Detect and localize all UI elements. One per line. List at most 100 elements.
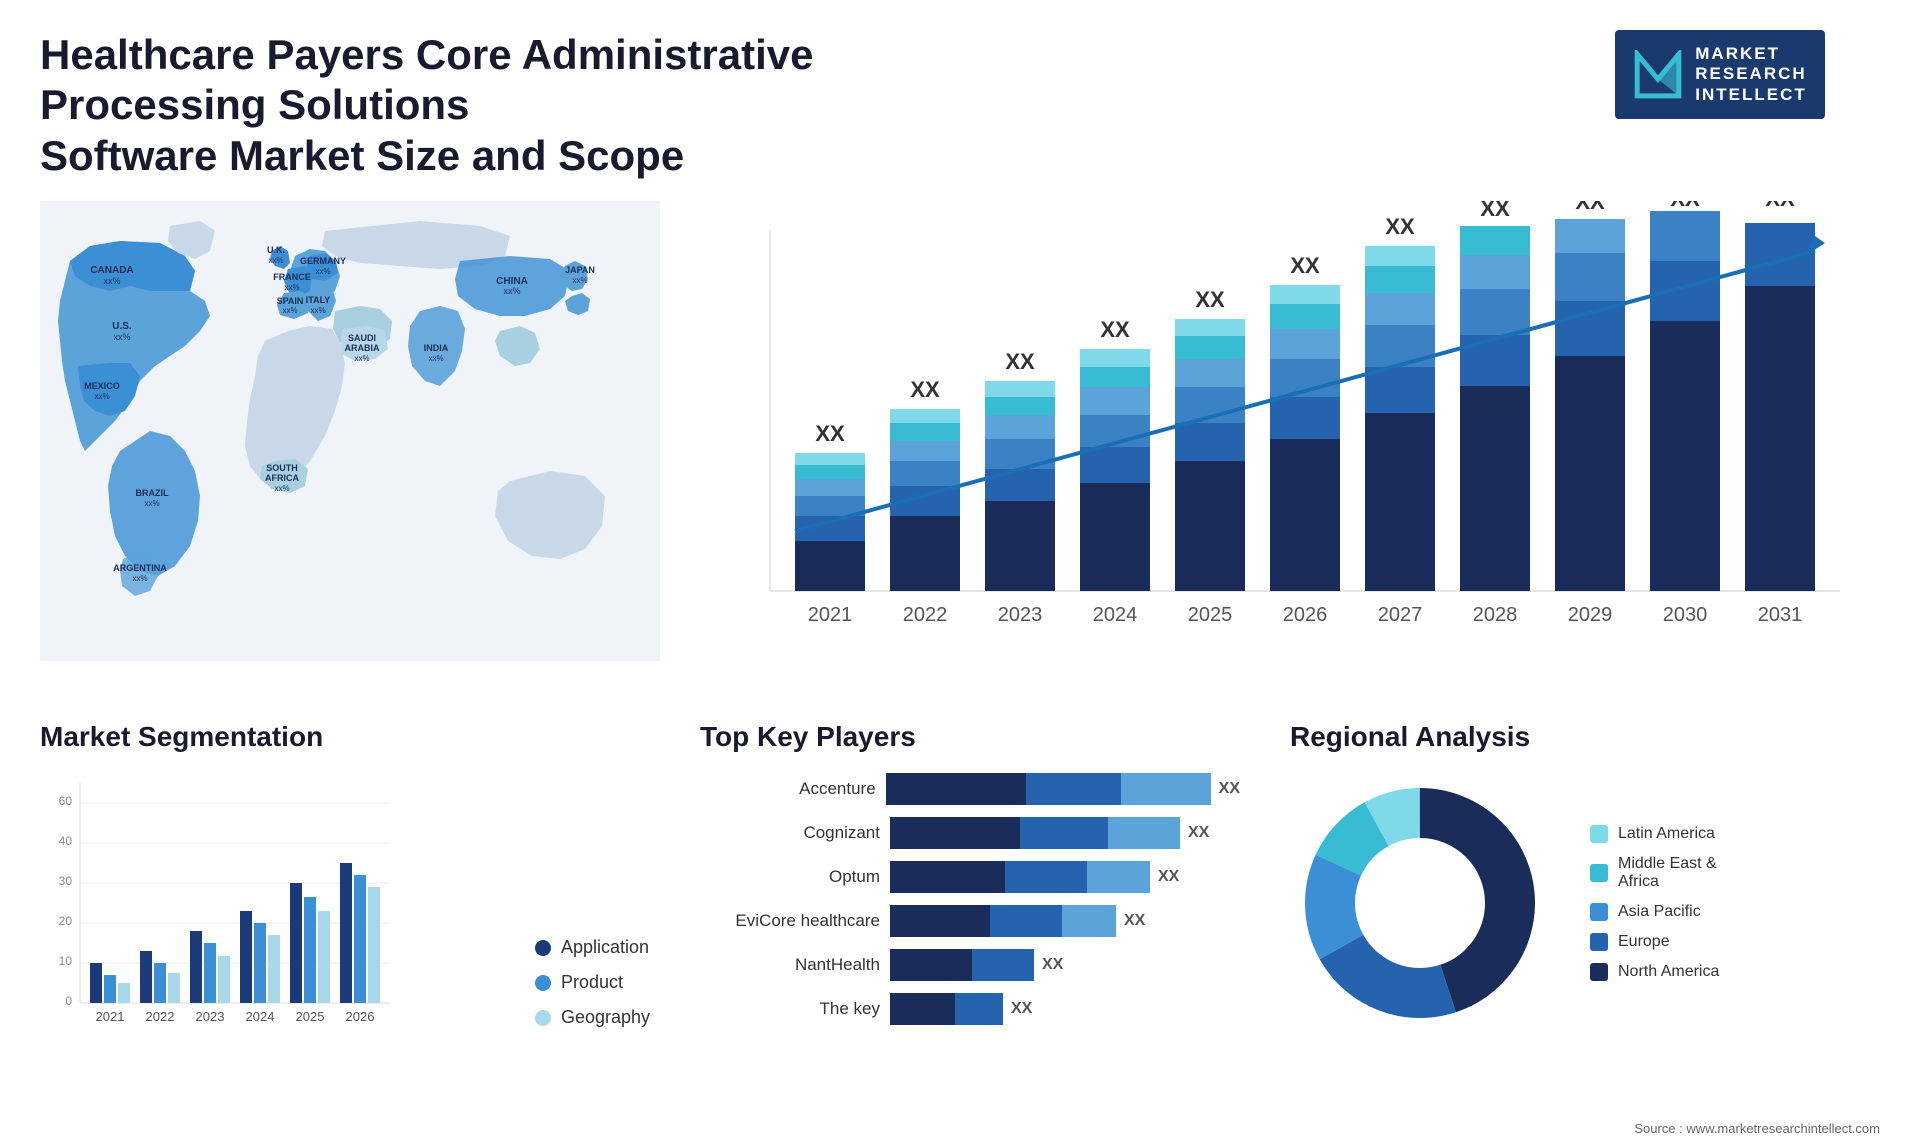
donut-legend: Latin America Middle East &Africa Asia P… — [1590, 825, 1719, 981]
svg-text:JAPAN: JAPAN — [565, 265, 595, 275]
svg-text:ITALY: ITALY — [306, 295, 331, 305]
svg-text:U.K.: U.K. — [267, 245, 285, 255]
svg-text:XX: XX — [1100, 317, 1130, 342]
player-xx-evicore: XX — [1124, 912, 1145, 930]
svg-text:XX: XX — [1005, 349, 1035, 374]
player-bar-evicore: XX — [890, 905, 1240, 937]
legend-item-application: Application — [535, 937, 650, 958]
svg-text:SPAIN: SPAIN — [277, 296, 304, 306]
svg-text:2022: 2022 — [146, 1009, 175, 1024]
svg-text:SOUTH: SOUTH — [266, 463, 298, 473]
svg-text:xx%: xx% — [310, 306, 325, 315]
bar-seg-2 — [1026, 773, 1121, 805]
bar-chart-section: XX XX XX XX — [670, 191, 1910, 706]
svg-text:INDIA: INDIA — [424, 343, 449, 353]
header: Healthcare Payers Core Administrative Pr… — [0, 0, 1920, 191]
segmentation-title: Market Segmentation — [40, 721, 650, 753]
regional-section: Regional Analysis Latin America — [1270, 711, 1900, 1068]
regional-title: Regional Analysis — [1290, 721, 1880, 753]
svg-text:xx%: xx% — [274, 484, 289, 493]
svg-text:60: 60 — [59, 794, 73, 808]
svg-text:XX: XX — [815, 421, 845, 446]
legend-color-apac — [1590, 903, 1608, 921]
player-xx-thekey: XX — [1011, 1000, 1032, 1018]
svg-text:xx%: xx% — [503, 286, 520, 296]
svg-text:20: 20 — [59, 914, 73, 928]
svg-text:xx%: xx% — [284, 283, 299, 292]
player-xx-nanthealth: XX — [1042, 956, 1063, 974]
svg-text:2023: 2023 — [196, 1009, 225, 1024]
svg-text:xx%: xx% — [113, 332, 130, 342]
segmentation-section: Market Segmentation 0 10 20 3 — [20, 711, 670, 1068]
legend-color-europe — [1590, 933, 1608, 951]
player-bar-cognizant: XX — [890, 817, 1240, 849]
legend-dot-geography — [535, 1010, 551, 1026]
svg-text:2026: 2026 — [1283, 604, 1328, 626]
player-name-optum: Optum — [700, 867, 880, 887]
donut-area: Latin America Middle East &Africa Asia P… — [1290, 773, 1880, 1033]
svg-text:2027: 2027 — [1378, 604, 1423, 626]
bar-seg-1 — [886, 773, 1026, 805]
legend-apac: Asia Pacific — [1590, 903, 1719, 921]
svg-text:XX: XX — [1480, 201, 1510, 221]
svg-text:30: 30 — [59, 874, 73, 888]
logo-area: MARKET RESEARCH INTELLECT — [1560, 30, 1880, 119]
svg-text:2021: 2021 — [96, 1009, 125, 1024]
legend-label-apac: Asia Pacific — [1618, 903, 1701, 921]
seg-legend: Application Product Geography — [535, 937, 650, 1058]
legend-item-product: Product — [535, 972, 650, 993]
legend-color-na — [1590, 963, 1608, 981]
svg-text:2025: 2025 — [296, 1009, 325, 1024]
svg-text:xx%: xx% — [144, 499, 159, 508]
svg-text:xx%: xx% — [132, 574, 147, 583]
svg-text:0: 0 — [65, 994, 72, 1008]
svg-text:xx%: xx% — [428, 354, 443, 363]
legend-europe: Europe — [1590, 933, 1719, 951]
legend-north-america: North America — [1590, 963, 1719, 981]
svg-text:XX: XX — [1575, 201, 1605, 214]
svg-text:AFRICA: AFRICA — [265, 473, 299, 483]
svg-text:2030: 2030 — [1663, 604, 1708, 626]
player-name-accenture: Accenture — [700, 779, 876, 799]
svg-text:BRAZIL: BRAZIL — [136, 488, 169, 498]
source-text: Source : www.marketresearchintellect.com — [1634, 1121, 1880, 1136]
player-bar-nanthealth: XX — [890, 949, 1240, 981]
legend-label-europe: Europe — [1618, 933, 1670, 951]
svg-text:2021: 2021 — [808, 604, 853, 626]
svg-text:2023: 2023 — [998, 604, 1043, 626]
svg-text:xx%: xx% — [103, 276, 120, 286]
player-xx-optum: XX — [1158, 868, 1179, 886]
player-bar-thekey: XX — [890, 993, 1240, 1025]
svg-text:FRANCE: FRANCE — [273, 272, 311, 282]
svg-text:xx%: xx% — [94, 392, 109, 401]
player-bar-optum: XX — [890, 861, 1240, 893]
svg-text:xx%: xx% — [572, 276, 587, 285]
svg-text:2024: 2024 — [1093, 604, 1138, 626]
svg-text:2024: 2024 — [246, 1009, 275, 1024]
svg-text:xx%: xx% — [354, 354, 369, 363]
legend-label-application: Application — [561, 937, 649, 958]
svg-text:2028: 2028 — [1473, 604, 1518, 626]
svg-text:XX: XX — [910, 377, 940, 402]
logo-text: MARKET RESEARCH INTELLECT — [1695, 44, 1807, 105]
svg-text:2029: 2029 — [1568, 604, 1613, 626]
segmentation-chart-area: 0 10 20 30 40 60 — [40, 773, 650, 1058]
svg-text:2025: 2025 — [1188, 604, 1233, 626]
player-bar-accenture: XX — [886, 773, 1240, 805]
player-name-thekey: The key — [700, 999, 880, 1019]
player-row-optum: Optum XX — [700, 861, 1240, 893]
player-row-thekey: The key XX — [700, 993, 1240, 1025]
svg-text:XX: XX — [1290, 253, 1320, 278]
player-row-nanthealth: NantHealth XX — [700, 949, 1240, 981]
svg-text:xx%: xx% — [282, 306, 297, 315]
logo-icon — [1633, 50, 1683, 100]
player-name-evicore: EviCore healthcare — [700, 911, 880, 931]
main-layout: CANADA xx% U.S. xx% MEXICO xx% BRAZIL xx… — [0, 191, 1920, 706]
legend-label-product: Product — [561, 972, 623, 993]
legend-item-geography: Geography — [535, 1007, 650, 1028]
players-title: Top Key Players — [700, 721, 1240, 753]
svg-text:SAUDI: SAUDI — [348, 333, 376, 343]
legend-label-na: North America — [1618, 963, 1719, 981]
legend-latin-america: Latin America — [1590, 825, 1719, 843]
legend-dot-application — [535, 940, 551, 956]
